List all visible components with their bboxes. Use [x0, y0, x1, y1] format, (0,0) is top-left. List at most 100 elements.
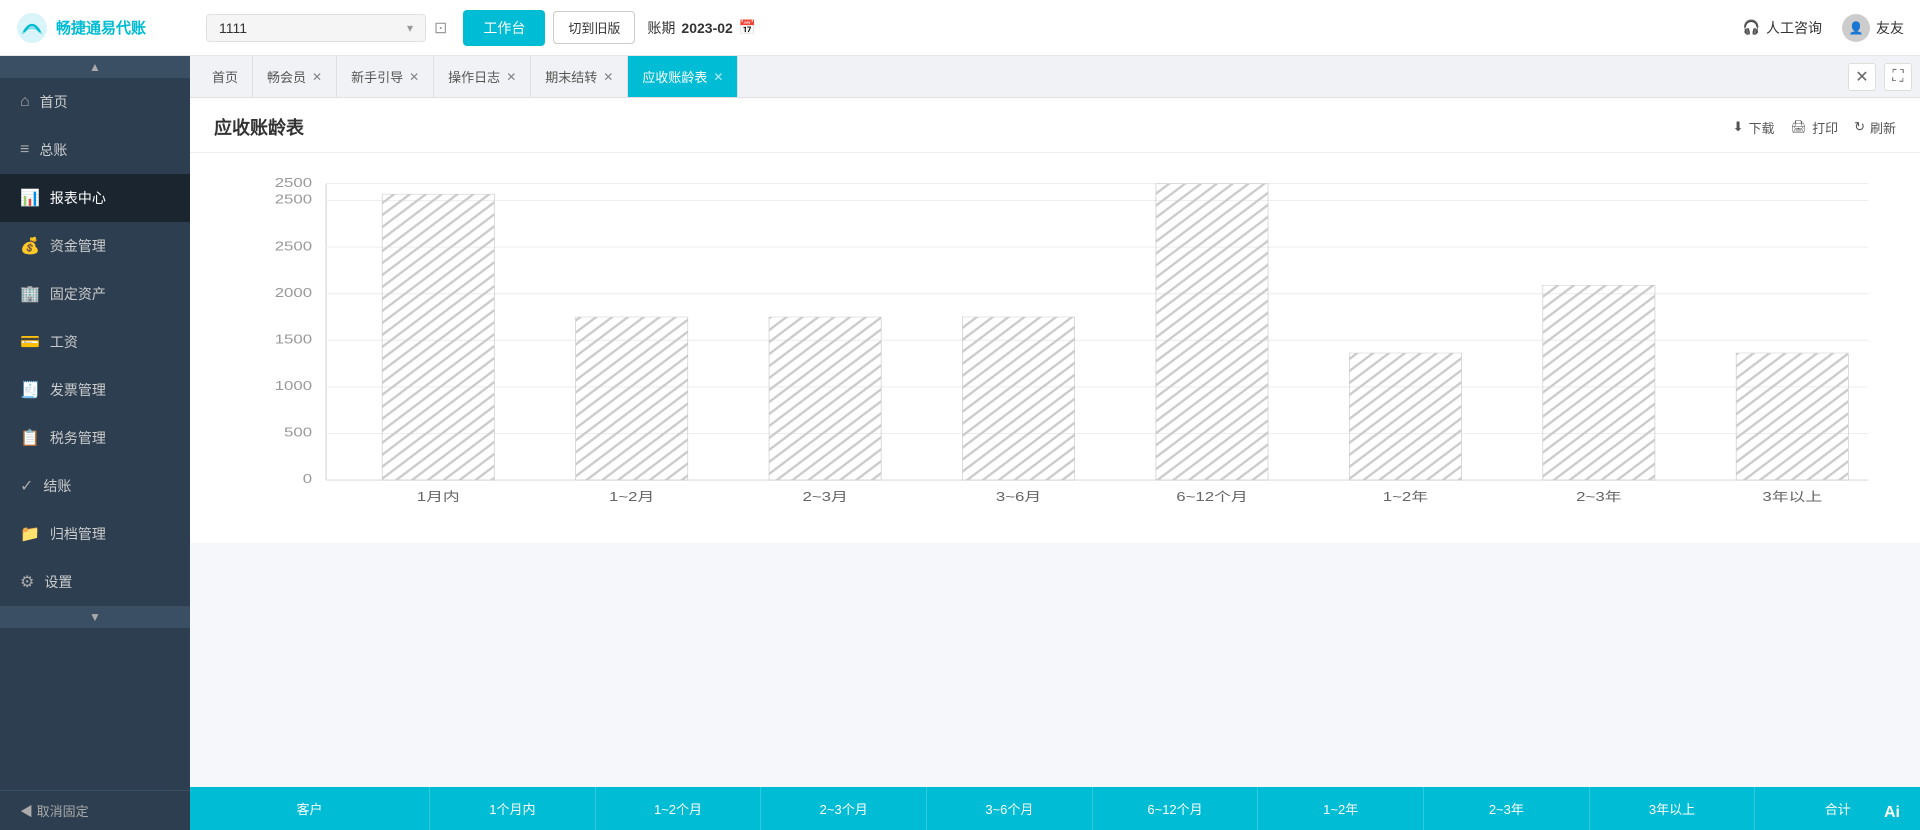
tab-label: 操作日志: [448, 67, 500, 86]
svg-text:6~12个月: 6~12个月: [1176, 490, 1247, 504]
sidebar-item-label: 首页: [40, 92, 68, 112]
period-value: 2023-02: [681, 20, 732, 36]
logo-text: 畅捷通易代账: [56, 17, 146, 38]
home-icon: ⌂: [20, 93, 30, 111]
top-header: 畅捷通易代账 1111 ▾ ⊡ 工作台 切到旧版 账期 2023-02 📅 🎧 …: [0, 0, 1920, 56]
sidebar: ▲ ⌂ 首页 ≡ 总账 📊 报表中心 💰 资金管理 🏢 固定资产 💳 工资 🧾 …: [0, 56, 190, 830]
tab-period-end[interactable]: 期末结转 ✕: [531, 56, 628, 97]
workbench-button[interactable]: 工作台: [463, 10, 545, 46]
page-actions: ⬇ 下载 🖨 打印 ↻ 刷新: [1733, 118, 1896, 137]
page-header: 应收账龄表 ⬇ 下载 🖨 打印 ↻ 刷新: [190, 98, 1920, 153]
svg-text:2~3月: 2~3月: [802, 491, 847, 505]
svg-text:3年以上: 3年以上: [1762, 490, 1822, 504]
tab-close-icon[interactable]: ✕: [506, 70, 516, 84]
tab-label: 应收账龄表: [642, 67, 707, 86]
period-area: 账期 2023-02 📅: [647, 18, 756, 38]
sidebar-item-reports[interactable]: 📊 报表中心: [0, 174, 190, 222]
funds-icon: 💰: [20, 236, 40, 256]
print-icon: 🖨: [1791, 119, 1808, 135]
sidebar-item-label: 税务管理: [50, 428, 106, 448]
tab-log[interactable]: 操作日志 ✕: [434, 56, 531, 97]
sidebar-item-payroll[interactable]: 💳 工资: [0, 318, 190, 366]
copy-icon[interactable]: ⊡: [434, 18, 447, 38]
refresh-button[interactable]: ↻ 刷新: [1854, 118, 1896, 137]
tab-close-icon[interactable]: ✕: [603, 70, 613, 84]
table-col-2-3m: 2~3个月: [761, 787, 927, 830]
tab-close-icon[interactable]: ✕: [312, 70, 322, 84]
svg-text:0: 0: [303, 473, 312, 487]
company-selector[interactable]: 1111 ▾: [206, 14, 426, 42]
page-title: 应收账龄表: [214, 114, 304, 140]
company-name: 1111: [219, 20, 399, 36]
archive-icon: 📁: [20, 524, 40, 544]
sidebar-item-tax[interactable]: 📋 税务管理: [0, 414, 190, 462]
support-button[interactable]: 🎧 人工咨询: [1743, 18, 1822, 38]
tab-actions: ✕ ⛶: [1848, 63, 1912, 91]
tab-home[interactable]: 首页: [198, 56, 253, 97]
sidebar-item-label: 资金管理: [50, 236, 106, 256]
table-header: 客户 1个月内 1~2个月 2~3个月 3~6个月 6~12个月 1~2年 2~…: [190, 787, 1920, 830]
headset-icon: 🎧: [1743, 19, 1760, 36]
svg-text:2500: 2500: [275, 240, 312, 254]
sidebar-item-invoice[interactable]: 🧾 发票管理: [0, 366, 190, 414]
tab-label: 首页: [212, 67, 238, 86]
sidebar-item-funds[interactable]: 💰 资金管理: [0, 222, 190, 270]
unpin-label: ◀ 取消固定: [20, 801, 89, 820]
refresh-icon: ↻: [1854, 119, 1865, 135]
sidebar-scroll-down[interactable]: ▼: [0, 606, 190, 628]
svg-text:500: 500: [284, 426, 312, 440]
svg-text:3~6月: 3~6月: [996, 491, 1041, 505]
tab-label: 畅会员: [267, 67, 306, 86]
unpin-button[interactable]: ◀ 取消固定: [0, 790, 190, 830]
sidebar-item-settings[interactable]: ⚙ 设置: [0, 558, 190, 606]
user-button[interactable]: 👤 友友: [1842, 14, 1904, 42]
sidebar-scroll-up[interactable]: ▲: [0, 56, 190, 78]
tab-label: 期末结转: [545, 67, 597, 86]
sidebar-item-label: 固定资产: [50, 284, 106, 304]
reports-icon: 📊: [20, 188, 40, 208]
sidebar-item-assets[interactable]: 🏢 固定资产: [0, 270, 190, 318]
period-label: 账期: [647, 18, 675, 38]
sidebar-item-label: 发票管理: [50, 380, 106, 400]
ai-badge[interactable]: Ai: [1864, 796, 1920, 830]
close-tab-button[interactable]: ✕: [1848, 63, 1876, 91]
sidebar-item-home[interactable]: ⌂ 首页: [0, 78, 190, 126]
sidebar-item-ledger[interactable]: ≡ 总账: [0, 126, 190, 174]
logo-icon: [16, 12, 48, 44]
svg-text:2000: 2000: [275, 287, 312, 301]
tab-bar: 首页 畅会员 ✕ 新手引导 ✕ 操作日志 ✕ 期末结转 ✕ 应收账龄表 ✕: [190, 56, 1920, 98]
sidebar-item-checkout[interactable]: ✓ 结账: [0, 462, 190, 510]
svg-text:1~2年: 1~2年: [1383, 490, 1428, 504]
tab-guide[interactable]: 新手引导 ✕: [337, 56, 434, 97]
settings-icon: ⚙: [20, 572, 34, 592]
table-col-1-2m: 1~2个月: [596, 787, 762, 830]
sidebar-item-archive[interactable]: 📁 归档管理: [0, 510, 190, 558]
download-icon: ⬇: [1733, 119, 1744, 135]
switch-version-button[interactable]: 切到旧版: [553, 11, 635, 44]
assets-icon: 🏢: [20, 284, 40, 304]
svg-text:1000: 1000: [275, 380, 312, 394]
page-content: 应收账龄表 ⬇ 下载 🖨 打印 ↻ 刷新: [190, 98, 1920, 830]
sidebar-item-label: 归档管理: [50, 524, 106, 544]
tab-aging[interactable]: 应收账龄表 ✕: [628, 56, 738, 97]
expand-button[interactable]: ⛶: [1884, 63, 1912, 91]
tax-icon: 📋: [20, 428, 40, 448]
tab-member[interactable]: 畅会员 ✕: [253, 56, 337, 97]
invoice-icon: 🧾: [20, 380, 40, 400]
table-col-3-6m: 3~6个月: [927, 787, 1093, 830]
checkout-icon: ✓: [20, 476, 33, 496]
print-button[interactable]: 🖨 打印: [1791, 118, 1839, 137]
table-col-6-12m: 6~12个月: [1093, 787, 1259, 830]
tab-close-icon[interactable]: ✕: [409, 70, 419, 84]
table-col-2-3y: 2~3年: [1424, 787, 1590, 830]
ledger-icon: ≡: [20, 141, 29, 159]
table-col-1-2y: 1~2年: [1258, 787, 1424, 830]
tab-close-icon[interactable]: ✕: [713, 70, 723, 84]
chart-container: 0 500 1000 1500 2000 2500 2500 2500: [190, 153, 1920, 543]
sidebar-item-label: 工资: [50, 332, 78, 352]
chevron-down-icon: ▾: [407, 21, 413, 35]
calendar-icon[interactable]: 📅: [739, 19, 756, 36]
svg-text:1~2月: 1~2月: [609, 491, 654, 505]
table-col-3y-plus: 3年以上: [1590, 787, 1756, 830]
download-button[interactable]: ⬇ 下载: [1733, 118, 1775, 137]
